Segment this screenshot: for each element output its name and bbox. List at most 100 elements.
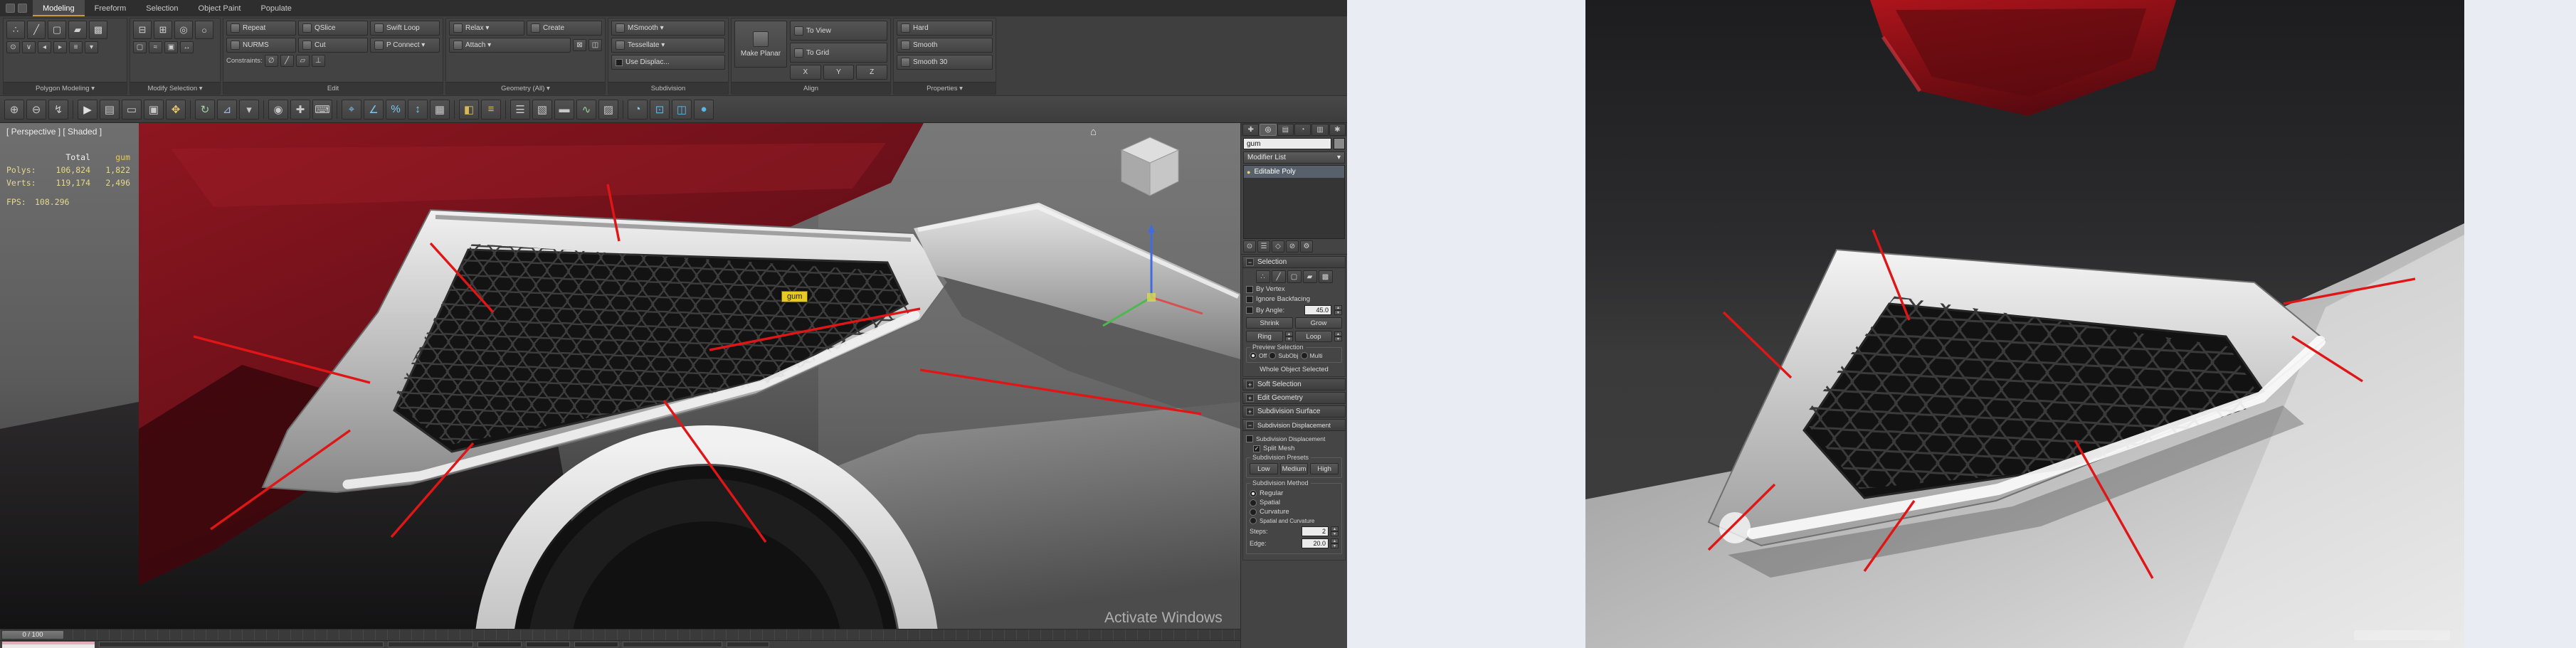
window-crossing-toggle-icon[interactable]: ▣	[144, 99, 164, 119]
loop-spinner[interactable]: ▴ ▾	[1334, 331, 1342, 341]
polygon-modeling-group-label[interactable]: Polygon Modeling ▾	[4, 82, 127, 94]
edge-spinner[interactable]: ▴ ▾	[1331, 538, 1339, 548]
save-icon[interactable]	[18, 4, 27, 13]
vertex-icon[interactable]: ∴	[1255, 270, 1270, 283]
ribbon-tab-object-paint[interactable]: Object Paint	[189, 0, 251, 16]
by-angle-spinner[interactable]: ▴ ▾	[1334, 305, 1342, 315]
pin-stack-icon[interactable]: ⊙	[1243, 240, 1256, 253]
msmooth-button[interactable]: MSmooth ▾	[611, 21, 725, 36]
material-editor-icon[interactable]: ◔	[628, 99, 648, 119]
next-icon[interactable]: ▸	[53, 41, 67, 53]
ring-button[interactable]: Ring	[1246, 331, 1283, 342]
step-icon[interactable]: ↔	[180, 41, 194, 53]
percent-snap-toggle-icon[interactable]: %	[386, 99, 406, 119]
hierarchy-icon[interactable]: ▤	[1277, 124, 1294, 136]
smooth-30-button[interactable]: Smooth 30	[897, 55, 993, 70]
select-and-link-icon[interactable]: ⊕	[4, 99, 24, 119]
to-grid-button[interactable]: To Grid	[790, 43, 887, 63]
swift-loop-button[interactable]: Swift Loop	[370, 21, 440, 36]
ignore-backfacing-checkbox[interactable]: Ignore Backfacing	[1246, 295, 1342, 303]
no-constraint-icon[interactable]: ∅	[264, 55, 278, 67]
align-x-button[interactable]: X	[790, 65, 821, 80]
graphite-ribbon-toggle-icon[interactable]: ▬	[554, 99, 574, 119]
layer-explorer-icon[interactable]: ▧	[532, 99, 552, 119]
select-and-rotate-icon[interactable]: ↻	[195, 99, 215, 119]
method-spatial-radio[interactable]: Spatial	[1250, 499, 1339, 506]
object-name-field[interactable]: gum	[1243, 138, 1331, 149]
ring-spinner[interactable]: ▴ ▾	[1285, 331, 1293, 341]
rectangular-selection-region-icon[interactable]: ▭	[122, 99, 142, 119]
mirror-icon[interactable]: ◧	[459, 99, 479, 119]
align-group-label[interactable]: Align	[732, 82, 890, 94]
configure-modifier-sets-icon[interactable]: ⚙	[1300, 240, 1313, 253]
select-and-move-icon[interactable]: ✥	[166, 99, 186, 119]
ribbon-tab-selection[interactable]: Selection	[136, 0, 188, 16]
modifier-list-dropdown[interactable]: Modifier List ▾	[1243, 152, 1345, 164]
make-unique-icon[interactable]: ◇	[1272, 240, 1284, 253]
curve-editor-icon[interactable]: ∿	[576, 99, 596, 119]
scene-explorer-icon[interactable]: ☰	[510, 99, 530, 119]
by-angle-field[interactable]: 45.0	[1304, 305, 1331, 315]
split-mesh-checkbox[interactable]: ✓ Split Mesh	[1246, 445, 1342, 452]
method-curvature-radio[interactable]: Curvature	[1250, 508, 1339, 516]
polygon-icon[interactable]: ▰	[1302, 270, 1317, 283]
edit-group-label[interactable]: Edit	[223, 82, 443, 94]
subdivision-group-label[interactable]: Subdivision	[608, 82, 728, 94]
ribbon-tab-populate[interactable]: Populate	[250, 0, 301, 16]
reference-coordinate-system-icon[interactable]: ▾	[239, 99, 259, 119]
face-constraint-icon[interactable]: ▱	[295, 55, 310, 67]
render-setup-icon[interactable]: ⊡	[650, 99, 670, 119]
rollout-subdivision-surface[interactable]: + Subdivision Surface	[1242, 405, 1346, 418]
to-view-button[interactable]: To View	[790, 21, 887, 41]
ribbon-tab-modeling[interactable]: Modeling	[33, 0, 85, 16]
collapse-stack-icon[interactable]: ∨	[22, 41, 36, 53]
remove-modifier-icon[interactable]: ⊘	[1286, 240, 1299, 253]
preset-medium-button[interactable]: Medium	[1279, 463, 1309, 474]
object-color-swatch[interactable]	[1334, 138, 1345, 149]
grow-button-panel[interactable]: Grow	[1295, 317, 1342, 329]
coordinate-z-field[interactable]	[574, 642, 618, 647]
coordinate-x-field[interactable]	[477, 642, 522, 647]
utilities-icon[interactable]: ✱	[1329, 124, 1346, 136]
modify-selection-group-label[interactable]: Modify Selection ▾	[130, 82, 220, 94]
smooth-button[interactable]: Smooth	[897, 38, 993, 53]
method-regular-radio[interactable]: Regular	[1250, 489, 1339, 497]
select-object-icon[interactable]: ▶	[78, 99, 97, 119]
preset-high-button[interactable]: High	[1310, 463, 1339, 474]
stack-item-editable-poly[interactable]: ● Editable Poly	[1244, 166, 1344, 178]
grow-selection-icon[interactable]: ⊞	[154, 21, 172, 39]
preview-off-radio[interactable]	[1250, 352, 1257, 359]
pin-icon[interactable]: ⊙	[6, 41, 20, 53]
align-y-button[interactable]: Y	[823, 65, 855, 80]
polygon-icon[interactable]: ▰	[68, 21, 87, 39]
keyboard-shortcut-override-icon[interactable]: ⌨	[312, 99, 332, 119]
relax-button[interactable]: Relax ▾	[449, 21, 524, 36]
loop-icon[interactable]: ○	[195, 21, 213, 39]
rollout-edit-geometry[interactable]: + Edit Geometry	[1242, 392, 1346, 404]
display-icon[interactable]: ▥	[1311, 124, 1329, 136]
preview-subobj-radio[interactable]	[1269, 352, 1277, 359]
shrink-button-panel[interactable]: Shrink	[1246, 317, 1293, 329]
viewport-label[interactable]: [ Perspective ] [ Shaded ]	[6, 127, 102, 137]
app-menu-icon[interactable]	[6, 4, 15, 13]
render-production-icon[interactable]: ●	[694, 99, 714, 119]
properties-group-label[interactable]: Properties ▾	[894, 82, 996, 94]
home-icon[interactable]: ⌂	[1090, 126, 1097, 138]
rollout-selection[interactable]: − Selection	[1242, 256, 1346, 268]
show-end-result-icon[interactable]: ☰	[1257, 240, 1270, 253]
steps-spinner[interactable]: ▴ ▾	[1331, 526, 1339, 536]
unlink-selection-icon[interactable]: ⊖	[26, 99, 46, 119]
previous-icon[interactable]: ◂	[38, 41, 51, 53]
by-angle-checkbox[interactable]: By Angle: 45.0 ▴ ▾	[1246, 305, 1342, 315]
border-icon[interactable]: ▢	[48, 21, 66, 39]
attach-button[interactable]: Attach ▾	[449, 38, 571, 53]
spinner-snap-toggle-icon[interactable]: ↕	[408, 99, 428, 119]
time-tag-area[interactable]	[727, 642, 769, 647]
cut-button[interactable]: Cut	[298, 38, 368, 53]
options-icon[interactable]: ≡	[69, 41, 83, 53]
ring-icon[interactable]: ◎	[174, 21, 193, 39]
make-planar-button[interactable]: Make Planar	[734, 21, 787, 68]
coordinate-y-field[interactable]	[526, 642, 570, 647]
geometry-all-group-label[interactable]: Geometry (All) ▾	[446, 82, 605, 94]
align-z-button[interactable]: Z	[856, 65, 888, 80]
